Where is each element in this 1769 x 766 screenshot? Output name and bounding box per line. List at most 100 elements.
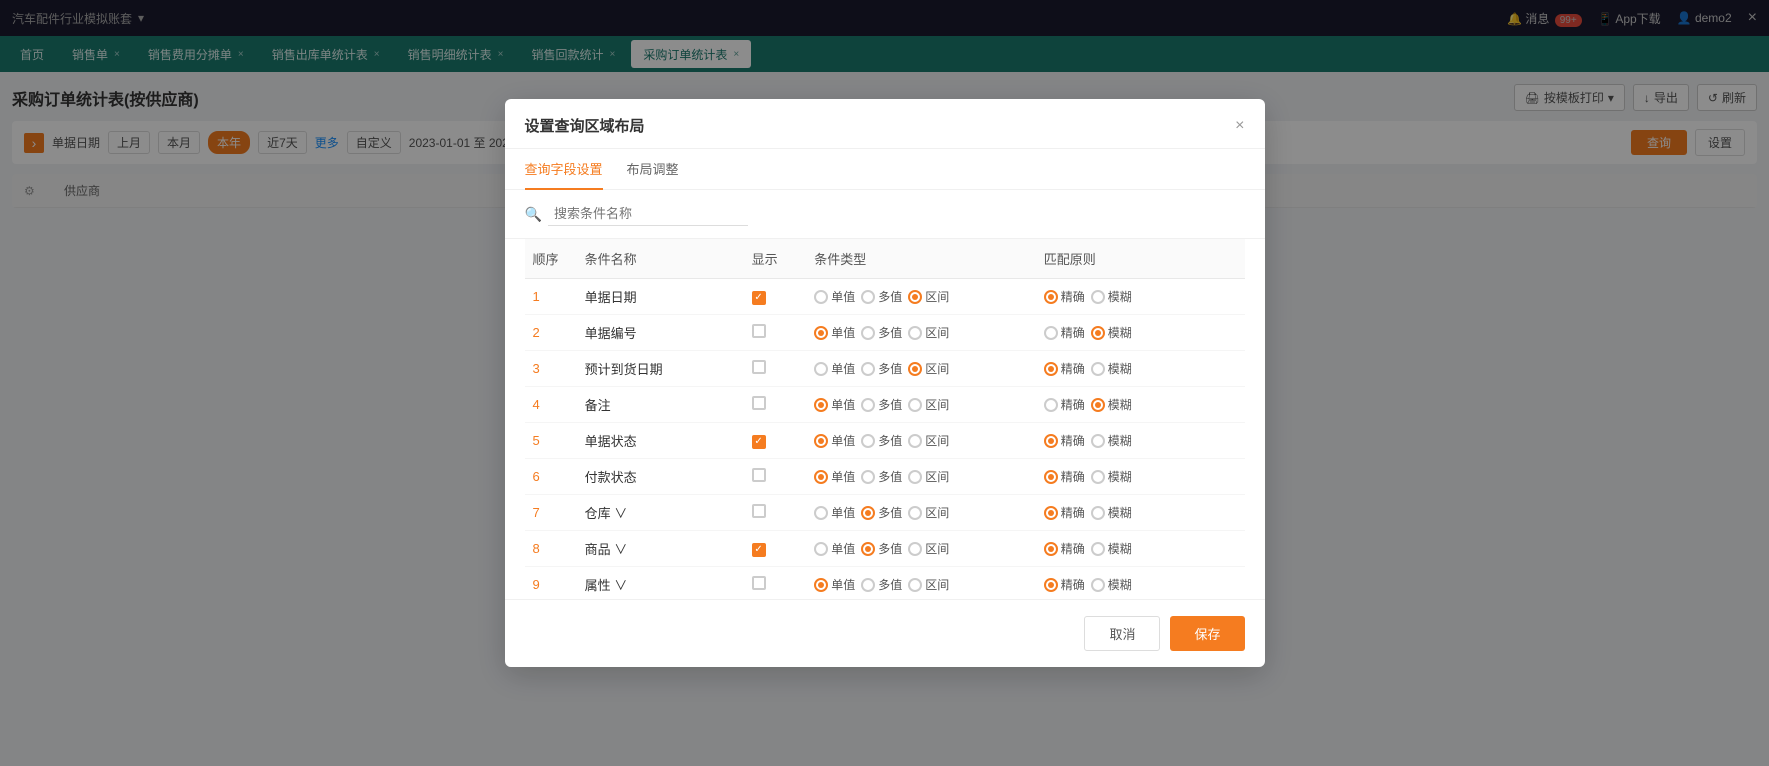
rule-radio-精确[interactable]: 精确: [1044, 576, 1085, 593]
row-rule[interactable]: 精确模糊: [1036, 315, 1245, 351]
type-radio-区间[interactable]: 区间: [908, 360, 949, 377]
save-button[interactable]: 保存: [1170, 616, 1244, 651]
dialog-tab-query[interactable]: 查询字段设置: [525, 149, 603, 190]
row-type[interactable]: 单值多值区间: [806, 351, 1036, 387]
rule-radio-模糊[interactable]: 模糊: [1091, 396, 1132, 413]
rule-radio-精确[interactable]: 精确: [1044, 468, 1085, 485]
row-type[interactable]: 单值多值区间: [806, 459, 1036, 495]
show-checkbox[interactable]: [752, 324, 766, 338]
type-radio-单值[interactable]: 单值: [814, 540, 855, 557]
rule-radio-精确[interactable]: 精确: [1044, 540, 1085, 557]
show-checkbox[interactable]: ✓: [752, 543, 766, 557]
radio-circle: [1091, 362, 1105, 376]
row-show[interactable]: [744, 567, 807, 600]
type-radio-多值[interactable]: 多值: [861, 396, 902, 413]
type-radio-单值[interactable]: 单值: [814, 432, 855, 449]
row-show[interactable]: [744, 351, 807, 387]
search-input[interactable]: [548, 202, 748, 226]
rule-radio-模糊[interactable]: 模糊: [1091, 540, 1132, 557]
row-rule[interactable]: 精确模糊: [1036, 531, 1245, 567]
row-rule[interactable]: 精确模糊: [1036, 351, 1245, 387]
row-type[interactable]: 单值多值区间: [806, 387, 1036, 423]
row-type[interactable]: 单值多值区间: [806, 315, 1036, 351]
rule-radio-模糊[interactable]: 模糊: [1091, 504, 1132, 521]
type-radio-单值[interactable]: 单值: [814, 360, 855, 377]
show-checkbox[interactable]: [752, 396, 766, 410]
row-name: 单据日期: [577, 279, 744, 315]
row-rule[interactable]: 精确模糊: [1036, 459, 1245, 495]
row-show[interactable]: [744, 315, 807, 351]
type-radio-单值[interactable]: 单值: [814, 396, 855, 413]
row-rule[interactable]: 精确模糊: [1036, 495, 1245, 531]
show-checkbox[interactable]: ✓: [752, 291, 766, 305]
type-radio-区间[interactable]: 区间: [908, 504, 949, 521]
type-radio-多值[interactable]: 多值: [861, 288, 902, 305]
type-radio-多值[interactable]: 多值: [861, 432, 902, 449]
type-radio-区间[interactable]: 区间: [908, 540, 949, 557]
show-checkbox[interactable]: ✓: [752, 435, 766, 449]
type-radio-区间[interactable]: 区间: [908, 468, 949, 485]
type-radio-group: 单值多值区间: [814, 360, 1028, 377]
rule-radio-模糊[interactable]: 模糊: [1091, 432, 1132, 449]
rule-radio-模糊[interactable]: 模糊: [1091, 288, 1132, 305]
dialog-footer: 取消 保存: [505, 599, 1265, 667]
type-radio-多值[interactable]: 多值: [861, 504, 902, 521]
dialog-tab-layout[interactable]: 布局调整: [627, 149, 679, 190]
row-rule[interactable]: 精确模糊: [1036, 567, 1245, 600]
type-radio-区间[interactable]: 区间: [908, 432, 949, 449]
type-radio-单值[interactable]: 单值: [814, 324, 855, 341]
show-checkbox[interactable]: [752, 576, 766, 590]
rule-radio-模糊[interactable]: 模糊: [1091, 576, 1132, 593]
type-radio-单值[interactable]: 单值: [814, 288, 855, 305]
row-rule[interactable]: 精确模糊: [1036, 279, 1245, 315]
th-type: 条件类型: [806, 239, 1036, 279]
row-order: 3: [525, 351, 577, 387]
rule-radio-精确[interactable]: 精确: [1044, 504, 1085, 521]
rule-radio-精确[interactable]: 精确: [1044, 360, 1085, 377]
row-show[interactable]: ✓: [744, 279, 807, 315]
dialog-close-btn[interactable]: ×: [1235, 118, 1244, 134]
rule-radio-模糊[interactable]: 模糊: [1091, 468, 1132, 485]
rule-radio-模糊[interactable]: 模糊: [1091, 360, 1132, 377]
row-show[interactable]: ✓: [744, 423, 807, 459]
show-checkbox[interactable]: [752, 504, 766, 518]
order-number: 9: [533, 577, 540, 592]
row-type[interactable]: 单值多值区间: [806, 567, 1036, 600]
type-radio-单值[interactable]: 单值: [814, 468, 855, 485]
show-checkbox[interactable]: [752, 468, 766, 482]
rule-radio-模糊[interactable]: 模糊: [1091, 324, 1132, 341]
row-show[interactable]: ✓: [744, 531, 807, 567]
type-radio-多值[interactable]: 多值: [861, 360, 902, 377]
radio-circle: [814, 398, 828, 412]
type-radio-group: 单值多值区间: [814, 288, 1028, 305]
row-rule[interactable]: 精确模糊: [1036, 423, 1245, 459]
row-type[interactable]: 单值多值区间: [806, 531, 1036, 567]
row-show[interactable]: [744, 459, 807, 495]
radio-circle: [1044, 470, 1058, 484]
row-type[interactable]: 单值多值区间: [806, 495, 1036, 531]
rule-radio-精确[interactable]: 精确: [1044, 288, 1085, 305]
row-type[interactable]: 单值多值区间: [806, 279, 1036, 315]
rule-radio-精确[interactable]: 精确: [1044, 396, 1085, 413]
rule-radio-精确[interactable]: 精确: [1044, 432, 1085, 449]
row-show[interactable]: [744, 495, 807, 531]
row-type[interactable]: 单值多值区间: [806, 423, 1036, 459]
type-radio-多值[interactable]: 多值: [861, 540, 902, 557]
cancel-button[interactable]: 取消: [1084, 616, 1160, 651]
table-header-row: 顺序 条件名称 显示 条件类型 匹配原则: [525, 239, 1245, 279]
type-radio-单值[interactable]: 单值: [814, 504, 855, 521]
type-radio-group: 单值多值区间: [814, 432, 1028, 449]
row-rule[interactable]: 精确模糊: [1036, 387, 1245, 423]
type-radio-区间[interactable]: 区间: [908, 288, 949, 305]
row-show[interactable]: [744, 387, 807, 423]
type-radio-区间[interactable]: 区间: [908, 324, 949, 341]
show-checkbox[interactable]: [752, 360, 766, 374]
type-radio-多值[interactable]: 多值: [861, 468, 902, 485]
rule-radio-精确[interactable]: 精确: [1044, 324, 1085, 341]
type-radio-区间[interactable]: 区间: [908, 396, 949, 413]
type-radio-多值[interactable]: 多值: [861, 576, 902, 593]
type-radio-区间[interactable]: 区间: [908, 576, 949, 593]
th-rule: 匹配原则: [1036, 239, 1245, 279]
type-radio-多值[interactable]: 多值: [861, 324, 902, 341]
type-radio-单值[interactable]: 单值: [814, 576, 855, 593]
